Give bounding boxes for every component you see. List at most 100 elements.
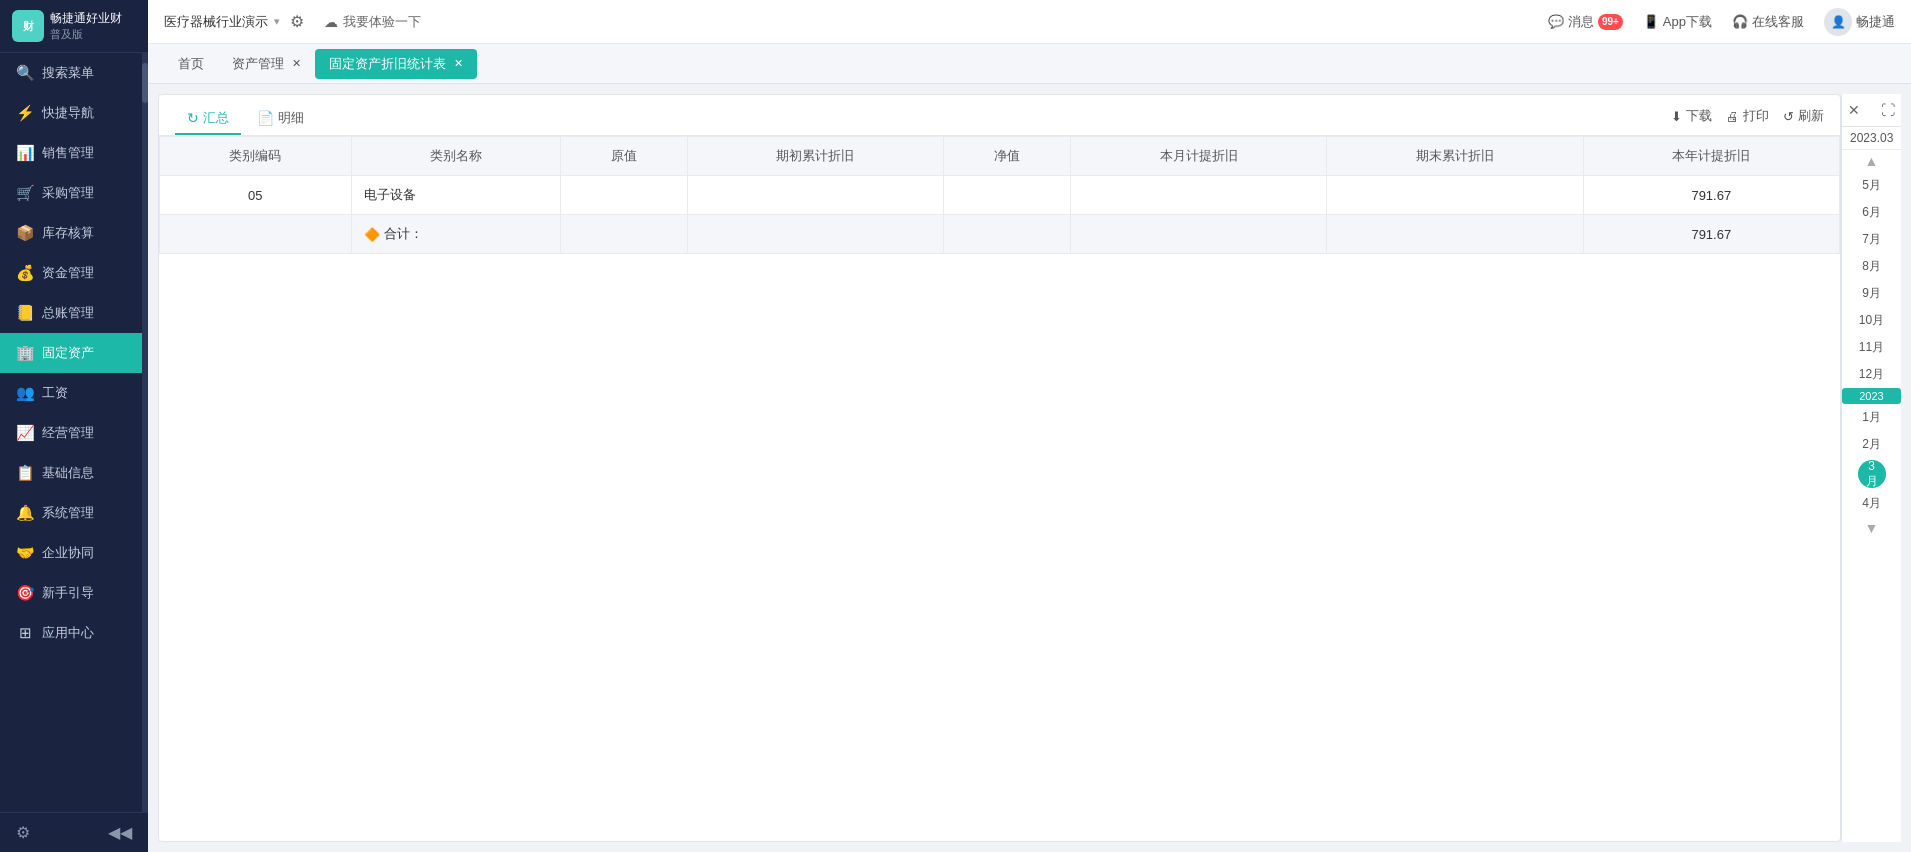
messages-button[interactable]: 💬 消息 99+ [1548, 13, 1623, 31]
sidebar-item-purchase[interactable]: 🛒采购管理 [0, 173, 142, 213]
right-panel: ✕ ⛶ 2023.03 ▲ 5月6月7月8月9月10月11月12月20231月2… [1841, 94, 1901, 842]
print-label: 打印 [1743, 107, 1769, 125]
tab-asset-mgmt[interactable]: 资产管理 ✕ [218, 49, 315, 79]
print-icon: 🖨 [1726, 109, 1739, 124]
download-button[interactable]: ⬇ 下载 [1671, 107, 1712, 125]
sidebar-item-sales[interactable]: 📊销售管理 [0, 133, 142, 173]
finance-icon: 💰 [16, 264, 34, 282]
sidebar-item-operations[interactable]: 📈 经营管理 [0, 413, 142, 453]
month-item[interactable]: 12月 [1842, 361, 1901, 388]
month-item[interactable]: 4月 [1842, 490, 1901, 517]
settings-icon[interactable]: ⚙ [16, 823, 30, 842]
sidebar-nav: 🔍搜索菜单⚡快捷导航📊销售管理🛒采购管理 📦 库存核算 💰 资金管理 📒总账管理 🏢 固定资产… [0, 53, 142, 812]
tabbar: 首页 资产管理 ✕ 固定资产折旧统计表 ✕ [148, 44, 1911, 84]
col-annual-depr: 本年计提折旧 [1583, 137, 1839, 176]
month-item[interactable]: 10月 [1842, 307, 1901, 334]
subtab-summary[interactable]: ↻ 汇总 [175, 103, 241, 135]
sidebar-item-fixed-assets[interactable]: 🏢 固定资产 [0, 333, 142, 373]
total-row: 🔶 合计： 791.67 [160, 215, 1840, 254]
sidebar-item-inventory[interactable]: 📦 库存核算 [0, 213, 142, 253]
table-row[interactable]: 05 电子设备 791.67 [160, 176, 1840, 215]
row-monthly-depr [1070, 176, 1326, 215]
total-code-cell [160, 215, 352, 254]
col-closing-accum: 期末累计折旧 [1327, 137, 1583, 176]
month-item[interactable]: 9月 [1842, 280, 1901, 307]
sidebar-item-label: 系统管理 [42, 504, 94, 522]
print-button[interactable]: 🖨 打印 [1726, 107, 1769, 125]
month-item[interactable]: 1月 [1842, 404, 1901, 431]
month-item[interactable]: 2月 [1842, 431, 1901, 458]
total-label-cell: 🔶 合计： [351, 215, 560, 254]
month-item[interactable]: 11月 [1842, 334, 1901, 361]
company-chevron-icon: ▾ [274, 15, 280, 28]
download-label: 下载 [1686, 107, 1712, 125]
sidebar-item-basic-info[interactable]: 📋基础信息 [0, 453, 142, 493]
sidebar-scrollbar[interactable] [142, 53, 148, 812]
sidebar-item-label: 工资 [42, 384, 68, 402]
sidebar-item-payroll[interactable]: 👥工资 [0, 373, 142, 413]
subtab-bar: ↻ 汇总 📄 明细 ⬇ 下载 🖨 打印 [159, 95, 1840, 136]
month-item[interactable]: 7月 [1842, 226, 1901, 253]
company-selector[interactable]: 医疗器械行业演示 ▾ [164, 13, 280, 31]
sidebar-item-apps[interactable]: ⊞应用中心 [0, 613, 142, 653]
tab-asset-mgmt-close-icon[interactable]: ✕ [292, 57, 301, 70]
subtab-detail[interactable]: 📄 明细 [245, 103, 316, 135]
messages-icon: 💬 [1548, 14, 1564, 29]
sidebar-item-finance[interactable]: 💰 资金管理 [0, 253, 142, 293]
total-closing-accum [1327, 215, 1583, 254]
right-panel-close-icon[interactable]: ✕ [1848, 102, 1860, 118]
tab-depreciation-report-close-icon[interactable]: ✕ [454, 57, 463, 70]
sidebar-item-label: 新手引导 [42, 584, 94, 602]
fixed-assets-icon: 🏢 [16, 344, 34, 362]
sidebar-item-guide[interactable]: 🎯新手引导 [0, 573, 142, 613]
tab-home[interactable]: 首页 [164, 49, 218, 79]
month-item[interactable]: 3月 [1858, 460, 1886, 488]
sidebar-item-system[interactable]: 🔔系统管理 [0, 493, 142, 533]
topbar-right: 💬 消息 99+ 📱 App下载 🎧 在线客服 👤 畅捷通 [1548, 8, 1895, 36]
inventory-icon: 📦 [16, 224, 34, 242]
sidebar-item-cooperation[interactable]: 🤝企业协同 [0, 533, 142, 573]
customer-service-label: 在线客服 [1752, 13, 1804, 31]
year-header-2023[interactable]: 2023 [1842, 388, 1901, 404]
sidebar-item-label: 库存核算 [42, 224, 94, 242]
sidebar-item-label: 资金管理 [42, 264, 94, 282]
customer-service-button[interactable]: 🎧 在线客服 [1732, 13, 1804, 31]
month-item[interactable]: 8月 [1842, 253, 1901, 280]
topbar-settings-icon[interactable]: ⚙ [290, 12, 304, 31]
refresh-icon: ↺ [1783, 109, 1794, 124]
sidebar-item-label: 应用中心 [42, 624, 94, 642]
app-download-button[interactable]: 📱 App下载 [1643, 13, 1712, 31]
sidebar-item-label: 固定资产 [42, 344, 94, 362]
sidebar-item-label: 经营管理 [42, 424, 94, 442]
cooperation-icon: 🤝 [16, 544, 34, 562]
tab-depreciation-report[interactable]: 固定资产折旧统计表 ✕ [315, 49, 477, 79]
app-download-label: App下载 [1663, 13, 1712, 31]
sidebar-bottom: ⚙ ◀◀ [0, 812, 148, 852]
month-item[interactable]: 6月 [1842, 199, 1901, 226]
col-original: 原值 [560, 137, 687, 176]
right-panel-scroll[interactable]: ▲ 5月6月7月8月9月10月11月12月20231月2月3月4月 ▼ [1842, 150, 1901, 842]
experience-button[interactable]: ☁ 我要体验一下 [324, 13, 421, 31]
sidebar-item-quick-nav[interactable]: ⚡快捷导航 [0, 93, 142, 133]
total-icon: 🔶 [364, 227, 380, 242]
table-container: 类别编码 类别名称 原值 期初累计折旧 净值 本月计提折旧 期末累计折旧 本年计… [159, 136, 1840, 841]
col-name: 类别名称 [351, 137, 560, 176]
user-profile[interactable]: 👤 畅捷通 [1824, 8, 1895, 36]
refresh-button[interactable]: ↺ 刷新 [1783, 107, 1824, 125]
scroll-up-icon[interactable]: ▲ [1842, 150, 1901, 172]
collapse-sidebar-icon[interactable]: ◀◀ [108, 823, 132, 842]
row-code: 05 [160, 176, 352, 215]
experience-label: 我要体验一下 [343, 13, 421, 31]
sidebar-item-ledger[interactable]: 📒总账管理 [0, 293, 142, 333]
month-item[interactable]: 5月 [1842, 172, 1901, 199]
total-net-value [943, 215, 1070, 254]
operations-icon: 📈 [16, 424, 34, 442]
sidebar-item-label: 销售管理 [42, 144, 94, 162]
sidebar-item-search[interactable]: 🔍搜索菜单 [0, 53, 142, 93]
scroll-down-icon[interactable]: ▼ [1842, 517, 1901, 539]
right-panel-expand-icon[interactable]: ⛶ [1881, 102, 1895, 118]
tab-home-label: 首页 [178, 55, 204, 73]
right-panel-header: ✕ ⛶ [1842, 94, 1901, 127]
sidebar-item-label: 快捷导航 [42, 104, 94, 122]
sidebar-item-label: 搜索菜单 [42, 64, 94, 82]
